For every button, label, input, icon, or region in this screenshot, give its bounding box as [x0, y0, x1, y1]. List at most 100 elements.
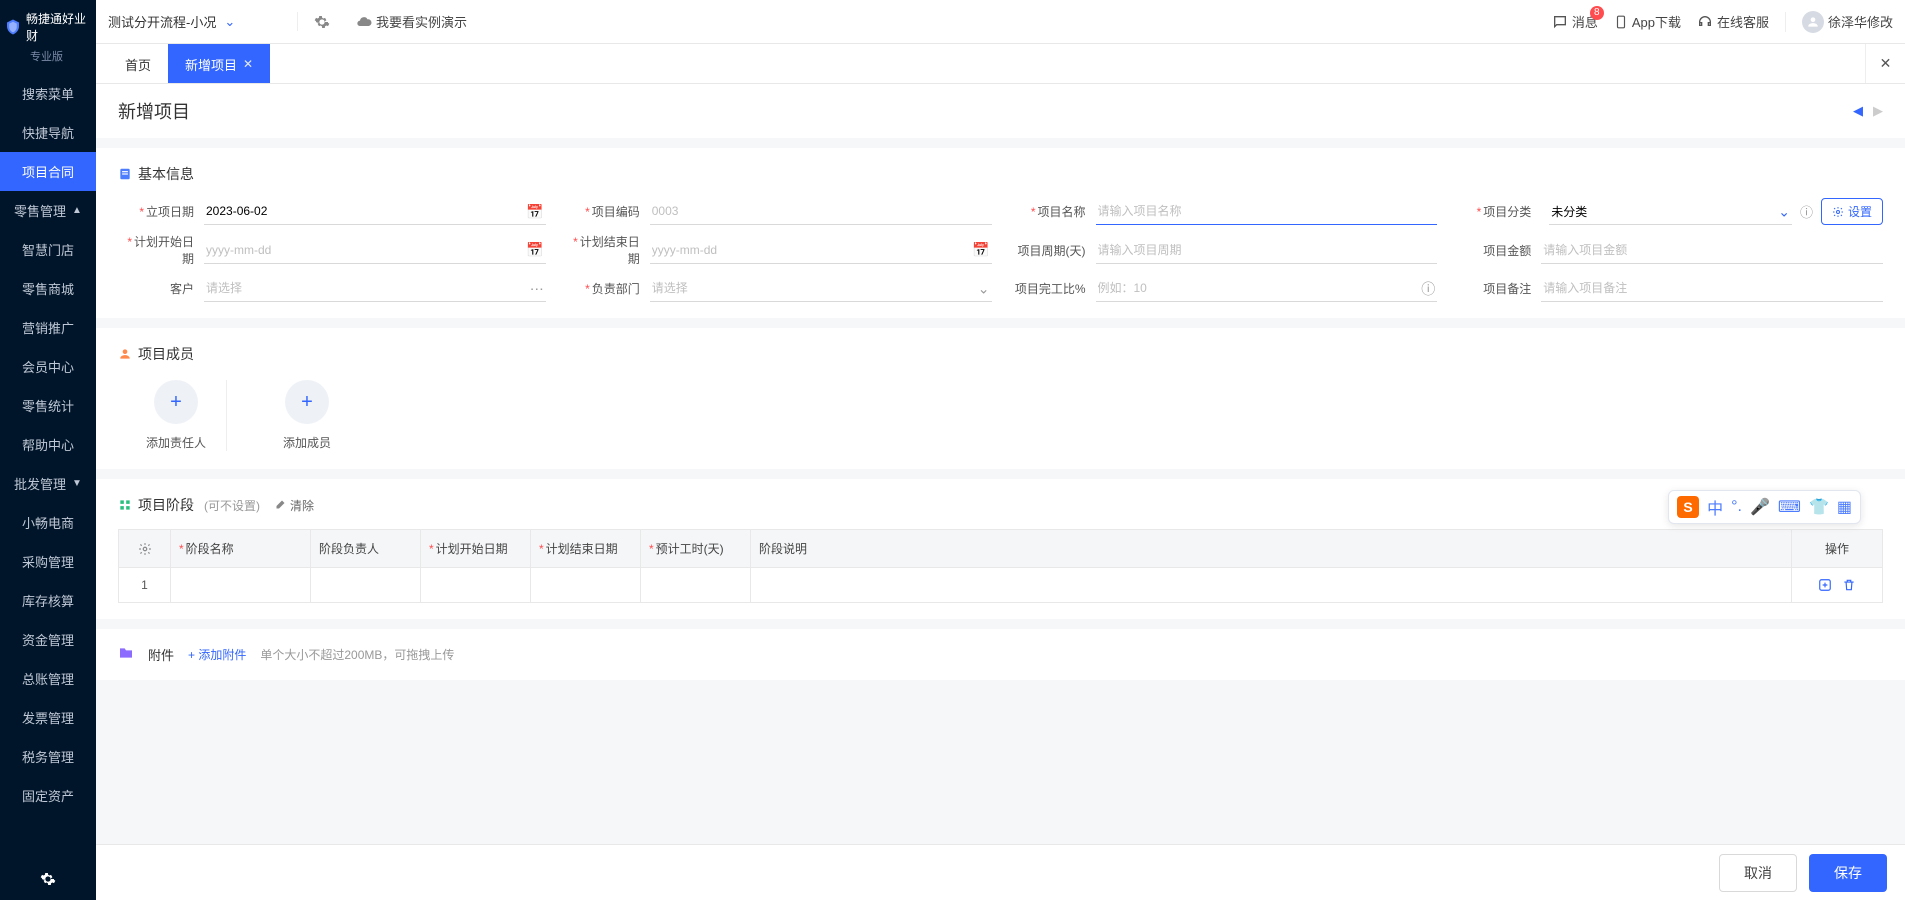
ime-mic-icon[interactable]: 🎤 — [1750, 497, 1770, 517]
ime-grid-icon[interactable]: ▦ — [1837, 497, 1852, 517]
demo-link[interactable]: 我要看实例演示 — [356, 12, 467, 31]
add-owner-label: 添加责任人 — [146, 434, 206, 451]
cell-desc[interactable] — [751, 568, 1792, 602]
control: 📅 — [204, 237, 546, 264]
project-amount-input[interactable] — [1541, 237, 1883, 264]
more-icon[interactable]: ⋯ — [530, 280, 544, 297]
ime-toolbar[interactable]: S 中 °. 🎤 ⌨ 👕 ▦ — [1668, 490, 1861, 524]
col-gear[interactable] — [119, 530, 171, 567]
attach-hint: 单个大小不超过200MB，可拖拽上传 — [260, 646, 454, 663]
project-date-input[interactable] — [204, 198, 546, 225]
sidebar-item-retail-stats[interactable]: 零售统计 — [0, 386, 96, 425]
help-icon[interactable]: ⓘ — [1421, 279, 1435, 299]
phase-clear[interactable]: 清除 — [274, 497, 314, 514]
project-category-select[interactable] — [1549, 198, 1792, 225]
cell-owner[interactable] — [311, 568, 421, 602]
close-icon[interactable]: ✕ — [243, 57, 253, 71]
sidebar-settings[interactable] — [0, 861, 96, 900]
dept-select[interactable] — [650, 275, 992, 302]
sidebar-item-retail-mall[interactable]: 零售商城 — [0, 269, 96, 308]
section-title-text: 项目阶段 — [138, 495, 194, 515]
chevron-down-icon[interactable]: ⌄ — [1778, 203, 1790, 220]
help-icon[interactable]: ⓘ — [1800, 202, 1813, 221]
sidebar-item-quicknav[interactable]: 快捷导航 — [0, 113, 96, 152]
ime-lang[interactable]: 中 — [1707, 495, 1723, 519]
sidebar-item-funds[interactable]: 资金管理 — [0, 620, 96, 659]
sidebar-item-purchase[interactable]: 采购管理 — [0, 542, 96, 581]
add-member-button[interactable]: + — [285, 380, 329, 424]
demo-label: 我要看实例演示 — [376, 12, 467, 31]
sidebar-item-project-contract[interactable]: 项目合同 — [0, 152, 96, 191]
main-area: 测试分开流程-小况 ⌄ 我要看实例演示 消息 8 App下载 — [96, 0, 1905, 900]
plan-end-input[interactable] — [650, 237, 992, 264]
app-download[interactable]: App下载 — [1614, 12, 1681, 31]
tab-home[interactable]: 首页 — [108, 44, 168, 83]
sidebar-item-help-center[interactable]: 帮助中心 — [0, 425, 96, 464]
online-service[interactable]: 在线客服 — [1697, 12, 1769, 31]
complete-pct-input[interactable] — [1096, 275, 1438, 302]
project-code-input[interactable] — [650, 198, 992, 225]
sidebar-item-invoice[interactable]: 发票管理 — [0, 698, 96, 737]
sidebar-item-tax[interactable]: 税务管理 — [0, 737, 96, 776]
sidebar-item-smart-store[interactable]: 智慧门店 — [0, 230, 96, 269]
field-dept: 负责部门 ⌄ — [564, 275, 992, 302]
ime-skin-icon[interactable]: 👕 — [1809, 497, 1829, 517]
sidebar-item-retail-mgmt[interactable]: 零售管理▲ — [0, 191, 96, 230]
col-plan-end: 计划结束日期 — [531, 530, 641, 567]
plan-start-input[interactable] — [204, 237, 546, 264]
sidebar-item-search[interactable]: 搜索菜单 — [0, 74, 96, 113]
sidebar-label: 智慧门店 — [22, 240, 74, 259]
save-button[interactable]: 保存 — [1809, 854, 1887, 892]
app-name: 畅捷通好业财 — [26, 10, 92, 44]
add-attachment[interactable]: + 添加附件 — [188, 646, 246, 663]
field-project-amount: 项目金额 — [1455, 233, 1883, 267]
user-menu[interactable]: 徐泽华修改 — [1802, 11, 1893, 33]
section-phase: 项目阶段 (可不设置) 清除 阶段名称 阶段负责人 计划开始日期 计划结束日期 … — [96, 479, 1905, 619]
field-project-date: 立项日期 📅 — [118, 198, 546, 225]
cell-name[interactable] — [171, 568, 311, 602]
messages[interactable]: 消息 8 — [1552, 12, 1598, 31]
cell-est-hours[interactable] — [641, 568, 751, 602]
sidebar-item-fixed-assets[interactable]: 固定资产 — [0, 776, 96, 815]
add-row-icon[interactable] — [1818, 578, 1832, 592]
calendar-icon[interactable]: 📅 — [526, 203, 543, 220]
add-owner-button[interactable]: + — [154, 380, 198, 424]
project-cycle-input[interactable] — [1096, 237, 1438, 264]
ime-punct-icon[interactable]: °. — [1731, 498, 1742, 516]
account-selector[interactable]: 测试分开流程-小况 ⌄ — [108, 12, 298, 31]
sidebar-item-ecommerce[interactable]: 小畅电商 — [0, 503, 96, 542]
sidebar-item-ledger[interactable]: 总账管理 — [0, 659, 96, 698]
account-settings[interactable] — [314, 14, 330, 30]
divider — [1785, 12, 1786, 32]
control: 📅 — [204, 198, 546, 225]
page-next[interactable]: ▶ — [1873, 103, 1883, 119]
sidebar-item-marketing[interactable]: 营销推广 — [0, 308, 96, 347]
category-settings-button[interactable]: 设置 — [1821, 198, 1883, 225]
customer-select[interactable] — [204, 275, 546, 302]
phase-row[interactable]: 1 — [119, 567, 1882, 602]
remark-input[interactable] — [1541, 275, 1883, 302]
close-all-tabs[interactable]: ✕ — [1865, 44, 1905, 83]
cancel-button[interactable]: 取消 — [1719, 854, 1797, 892]
field-plan-start: 计划开始日期 📅 — [118, 233, 546, 267]
sidebar-label: 批发管理 — [14, 474, 66, 493]
cell-op[interactable] — [1792, 568, 1882, 602]
control — [1541, 275, 1883, 302]
calendar-icon[interactable]: 📅 — [972, 242, 989, 259]
tab-new-project[interactable]: 新增项目 ✕ — [168, 44, 270, 83]
page-prev[interactable]: ◀ — [1853, 103, 1863, 119]
ime-keyboard-icon[interactable]: ⌨ — [1778, 497, 1801, 517]
sidebar-item-member-center[interactable]: 会员中心 — [0, 347, 96, 386]
calendar-icon[interactable]: 📅 — [526, 242, 543, 259]
delete-row-icon[interactable] — [1842, 578, 1856, 592]
cell-plan-start[interactable] — [421, 568, 531, 602]
sidebar-label: 零售商城 — [22, 279, 74, 298]
sidebar-item-wholesale[interactable]: 批发管理▼ — [0, 464, 96, 503]
chevron-down-icon: ⌄ — [224, 14, 235, 30]
chevron-down-icon[interactable]: ⌄ — [978, 280, 990, 297]
service-label: 在线客服 — [1717, 12, 1769, 31]
cell-plan-end[interactable] — [531, 568, 641, 602]
control: ⌄ — [1549, 198, 1792, 225]
sidebar-item-inventory[interactable]: 库存核算 — [0, 581, 96, 620]
project-name-input[interactable] — [1096, 198, 1438, 225]
